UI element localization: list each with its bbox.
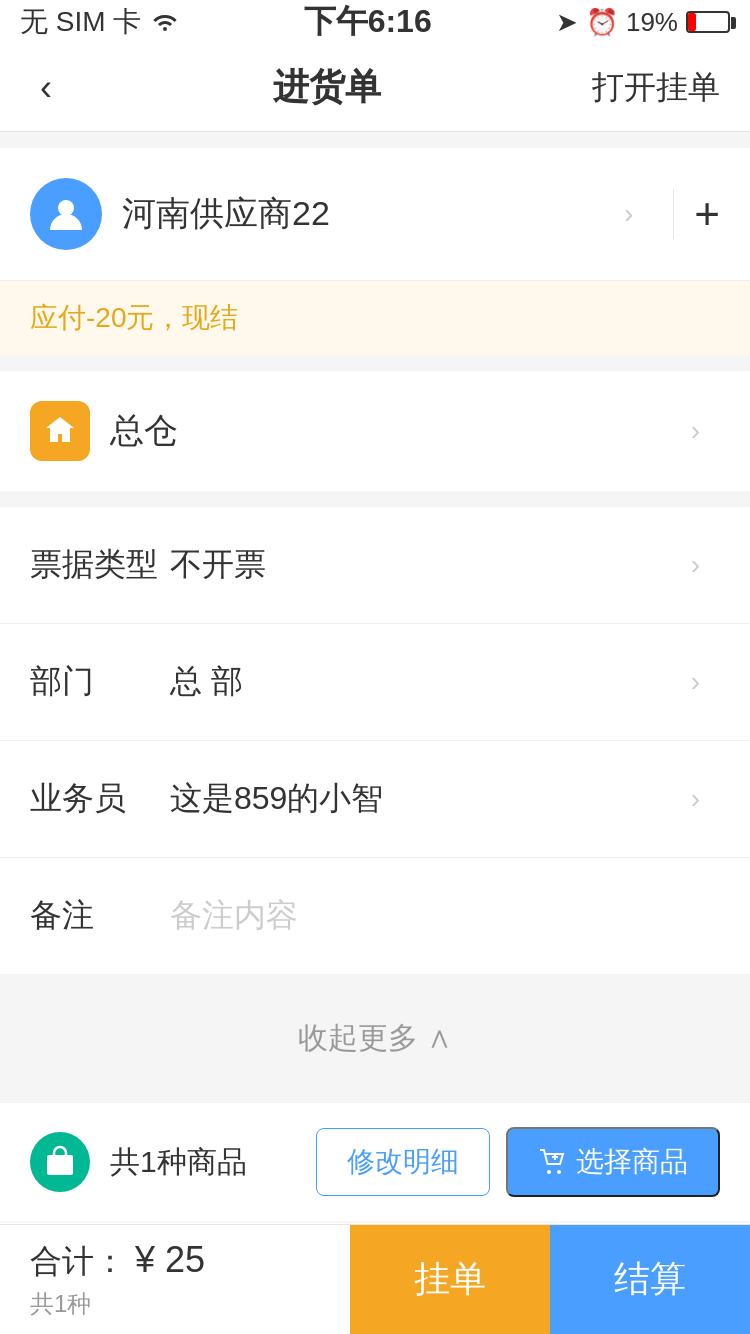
supplier-row[interactable]: 河南供应商22 › + (0, 148, 750, 281)
invoice-label: 票据类型 (30, 543, 170, 587)
invoice-chevron-icon: › (691, 549, 700, 581)
home-icon (43, 414, 77, 448)
department-chevron-icon: › (691, 666, 700, 698)
svg-point-0 (58, 200, 74, 216)
form-section: 票据类型 不开票 › 部门 总 部 › 业务员 这是859的小智 › 备注 备注… (0, 507, 750, 974)
select-product-label: 选择商品 (576, 1143, 688, 1181)
warehouse-row[interactable]: 总仓 › (0, 371, 750, 491)
warehouse-icon (30, 401, 90, 461)
department-value: 总 部 (170, 660, 691, 704)
back-button[interactable]: ‹ (30, 57, 62, 119)
supplier-info-banner: 应付-20元，现结 (0, 281, 750, 355)
checkout-button[interactable]: 结算 (550, 1225, 750, 1335)
salesperson-label: 业务员 (30, 777, 170, 821)
salesperson-value: 这是859的小智 (170, 777, 691, 821)
warehouse-name: 总仓 (110, 408, 691, 454)
supplier-chevron-icon: › (624, 198, 633, 230)
status-time: 下午6:16 (304, 0, 432, 44)
divider (673, 189, 674, 239)
select-product-button[interactable]: 选择商品 (506, 1127, 720, 1197)
department-row[interactable]: 部门 总 部 › (0, 624, 750, 741)
collapse-row[interactable]: 收起更多 ∧ (0, 990, 750, 1087)
total-count: 共1种 (30, 1288, 320, 1320)
total-label: 合计： (30, 1243, 126, 1279)
add-supplier-button[interactable]: + (694, 189, 720, 239)
products-header: 共1种商品 修改明细 选择商品 (0, 1103, 750, 1221)
supplier-section: 河南供应商22 › + 应付-20元，现结 (0, 148, 750, 355)
collapse-label: 收起更多 ∧ (298, 1021, 451, 1054)
alarm-icon: ⏰ (586, 7, 618, 38)
warehouse-chevron-icon: › (691, 415, 700, 447)
salesperson-row[interactable]: 业务员 这是859的小智 › (0, 741, 750, 858)
modify-detail-button[interactable]: 修改明细 (316, 1128, 490, 1196)
battery-icon (686, 11, 730, 33)
remarks-row[interactable]: 备注 备注内容 (0, 858, 750, 974)
total-section: 合计： ¥ 25 共1种 (0, 1239, 350, 1320)
page-title: 进货单 (273, 63, 381, 112)
status-bar: 无 SIM 卡 下午6:16 ➤ ⏰ 19% (0, 0, 750, 44)
cart-icon (538, 1148, 566, 1176)
carrier-text: 无 SIM 卡 (20, 3, 141, 41)
product-count-text: 共1种商品 (110, 1142, 316, 1183)
invoice-row[interactable]: 票据类型 不开票 › (0, 507, 750, 624)
status-left: 无 SIM 卡 (20, 3, 179, 41)
svg-rect-1 (47, 1155, 73, 1175)
svg-point-3 (557, 1170, 561, 1174)
wifi-icon (151, 6, 179, 38)
bag-icon (43, 1145, 77, 1179)
hang-button[interactable]: 挂单 (350, 1225, 550, 1335)
supplier-avatar (30, 178, 102, 250)
nav-bar: ‹ 进货单 打开挂单 (0, 44, 750, 132)
total-amount-row: 合计： ¥ 25 (30, 1239, 320, 1284)
supplier-name: 河南供应商22 (122, 191, 624, 237)
person-icon (46, 194, 86, 234)
invoice-value: 不开票 (170, 543, 691, 587)
svg-point-2 (547, 1170, 551, 1174)
department-label: 部门 (30, 660, 170, 704)
battery-text: 19% (626, 7, 678, 38)
product-count-icon (30, 1132, 90, 1192)
total-amount: ¥ 25 (135, 1239, 205, 1280)
location-icon: ➤ (556, 7, 578, 38)
remarks-label: 备注 (30, 894, 170, 938)
bottom-bar: 合计： ¥ 25 共1种 挂单 结算 (0, 1224, 750, 1334)
remarks-placeholder[interactable]: 备注内容 (170, 894, 720, 938)
salesperson-chevron-icon: › (691, 783, 700, 815)
warehouse-section: 总仓 › (0, 371, 750, 491)
open-hang-button[interactable]: 打开挂单 (592, 66, 720, 110)
status-right: ➤ ⏰ 19% (556, 7, 730, 38)
